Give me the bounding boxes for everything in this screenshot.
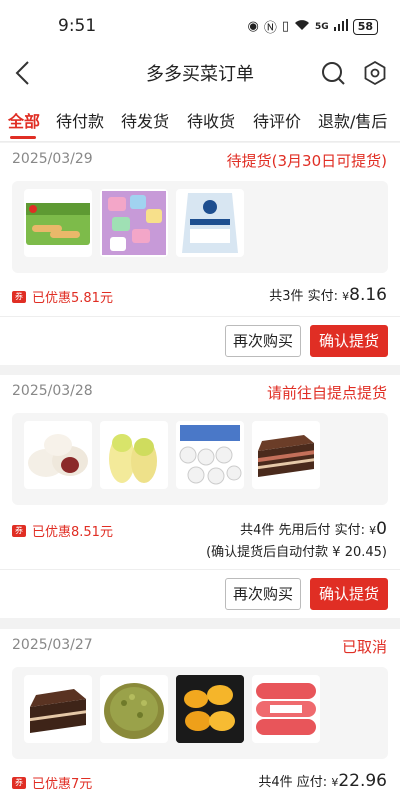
status-bar: 9:51 ◉ Ⓝ ▯ 5G 58 [0, 0, 400, 50]
rebuy-button[interactable]: 再次购买 [225, 578, 301, 610]
order-date: 2025/03/27 [12, 637, 93, 653]
order-tabs: 全部 待付款 待发货 待收货 待评价 退款/售后 [0, 96, 400, 142]
gear-icon[interactable] [362, 60, 388, 86]
auto-pay-note: (确认提货后自动付款 ¥ 20.45) [206, 545, 387, 560]
product-thumbnail [176, 421, 244, 489]
search-icon[interactable] [320, 60, 346, 86]
order-summary: 共4件 先用后付 实付: ¥0 [240, 519, 387, 539]
divider [0, 316, 400, 317]
product-thumbnail [24, 675, 92, 743]
product-thumbnail [252, 189, 320, 257]
page-header: 多多买菜订单 [0, 50, 400, 96]
order-amount: 22.96 [338, 771, 387, 791]
order-card[interactable]: 2025/03/27 已取消 券 已优惠7元 共4件 应付: ¥22.96 [0, 629, 400, 800]
order-items[interactable] [12, 181, 388, 273]
product-thumbnail [24, 421, 92, 489]
rebuy-button[interactable]: 再次购买 [225, 325, 301, 357]
coupon-savings: 券 已优惠7元 [12, 773, 92, 792]
product-thumbnail [100, 421, 168, 489]
order-date: 2025/03/29 [12, 151, 93, 167]
product-thumbnail [252, 421, 320, 489]
tab-pending-payment[interactable]: 待付款 [56, 108, 104, 132]
order-items[interactable] [12, 413, 388, 505]
eye-icon: ◉ [247, 19, 259, 34]
tab-active-indicator [10, 136, 36, 139]
coupon-tag-icon: 券 [12, 290, 26, 303]
confirm-pickup-button[interactable]: 确认提货 [310, 578, 388, 610]
order-amount: 0 [376, 519, 387, 539]
confirm-pickup-button[interactable]: 确认提货 [310, 325, 388, 357]
tab-pending-receipt[interactable]: 待收货 [187, 108, 235, 132]
order-date: 2025/03/28 [12, 383, 93, 399]
order-summary: 共4件 应付: ¥22.96 [258, 771, 387, 791]
nfc-icon: Ⓝ [263, 21, 277, 36]
payment-mode: 先用后付 [278, 523, 331, 538]
pay-label: 实付: [334, 523, 366, 538]
product-thumbnail [176, 675, 244, 743]
order-amount: 8.16 [349, 285, 387, 305]
status-time: 9:51 [58, 16, 97, 36]
order-status: 已取消 [341, 638, 387, 656]
product-thumbnail [100, 675, 168, 743]
order-card[interactable]: 2025/03/29 待提货(3月30日可提货) 券 已优惠5.81元 共3件 … [0, 143, 400, 365]
battery-level: 58 [352, 18, 378, 35]
coupon-tag-icon: 券 [12, 524, 26, 537]
pay-label: 应付: [296, 775, 328, 790]
product-thumbnail [176, 189, 244, 257]
vibrate-icon: ▯ [281, 19, 290, 34]
savings-text: 已优惠8.51元 [32, 525, 113, 540]
item-count: 共4件 [258, 775, 293, 790]
item-count: 共4件 [240, 523, 275, 538]
wifi-icon [294, 19, 310, 35]
divider [0, 569, 400, 570]
tab-all[interactable]: 全部 [8, 108, 40, 132]
savings-text: 已优惠5.81元 [32, 291, 113, 306]
product-thumbnail [252, 675, 320, 743]
coupon-tag-icon: 券 [12, 776, 26, 789]
order-card[interactable]: 2025/03/28 请前往自提点提货 券 已优惠8.51元 共4件 先用后付 … [0, 375, 400, 618]
tab-pending-review[interactable]: 待评价 [253, 108, 301, 132]
signal-icon [333, 18, 348, 35]
pay-label: 实付: [307, 289, 338, 304]
coupon-savings: 券 已优惠5.81元 [12, 287, 113, 306]
status-icons: ◉ Ⓝ ▯ 5G 58 [248, 17, 378, 36]
network-type: 5G [315, 21, 329, 32]
order-items[interactable] [12, 667, 388, 759]
savings-text: 已优惠7元 [32, 777, 93, 792]
order-status: 待提货(3月30日可提货) [226, 152, 387, 170]
product-thumbnail [100, 189, 168, 257]
tab-pending-shipment[interactable]: 待发货 [121, 108, 169, 132]
order-status: 请前往自提点提货 [266, 384, 387, 402]
item-count: 共3件 [269, 289, 304, 304]
coupon-savings: 券 已优惠8.51元 [12, 521, 113, 540]
order-summary: 共3件 实付: ¥8.16 [269, 285, 387, 305]
tab-refund[interactable]: 退款/售后 [318, 108, 387, 132]
product-thumbnail [24, 189, 92, 257]
